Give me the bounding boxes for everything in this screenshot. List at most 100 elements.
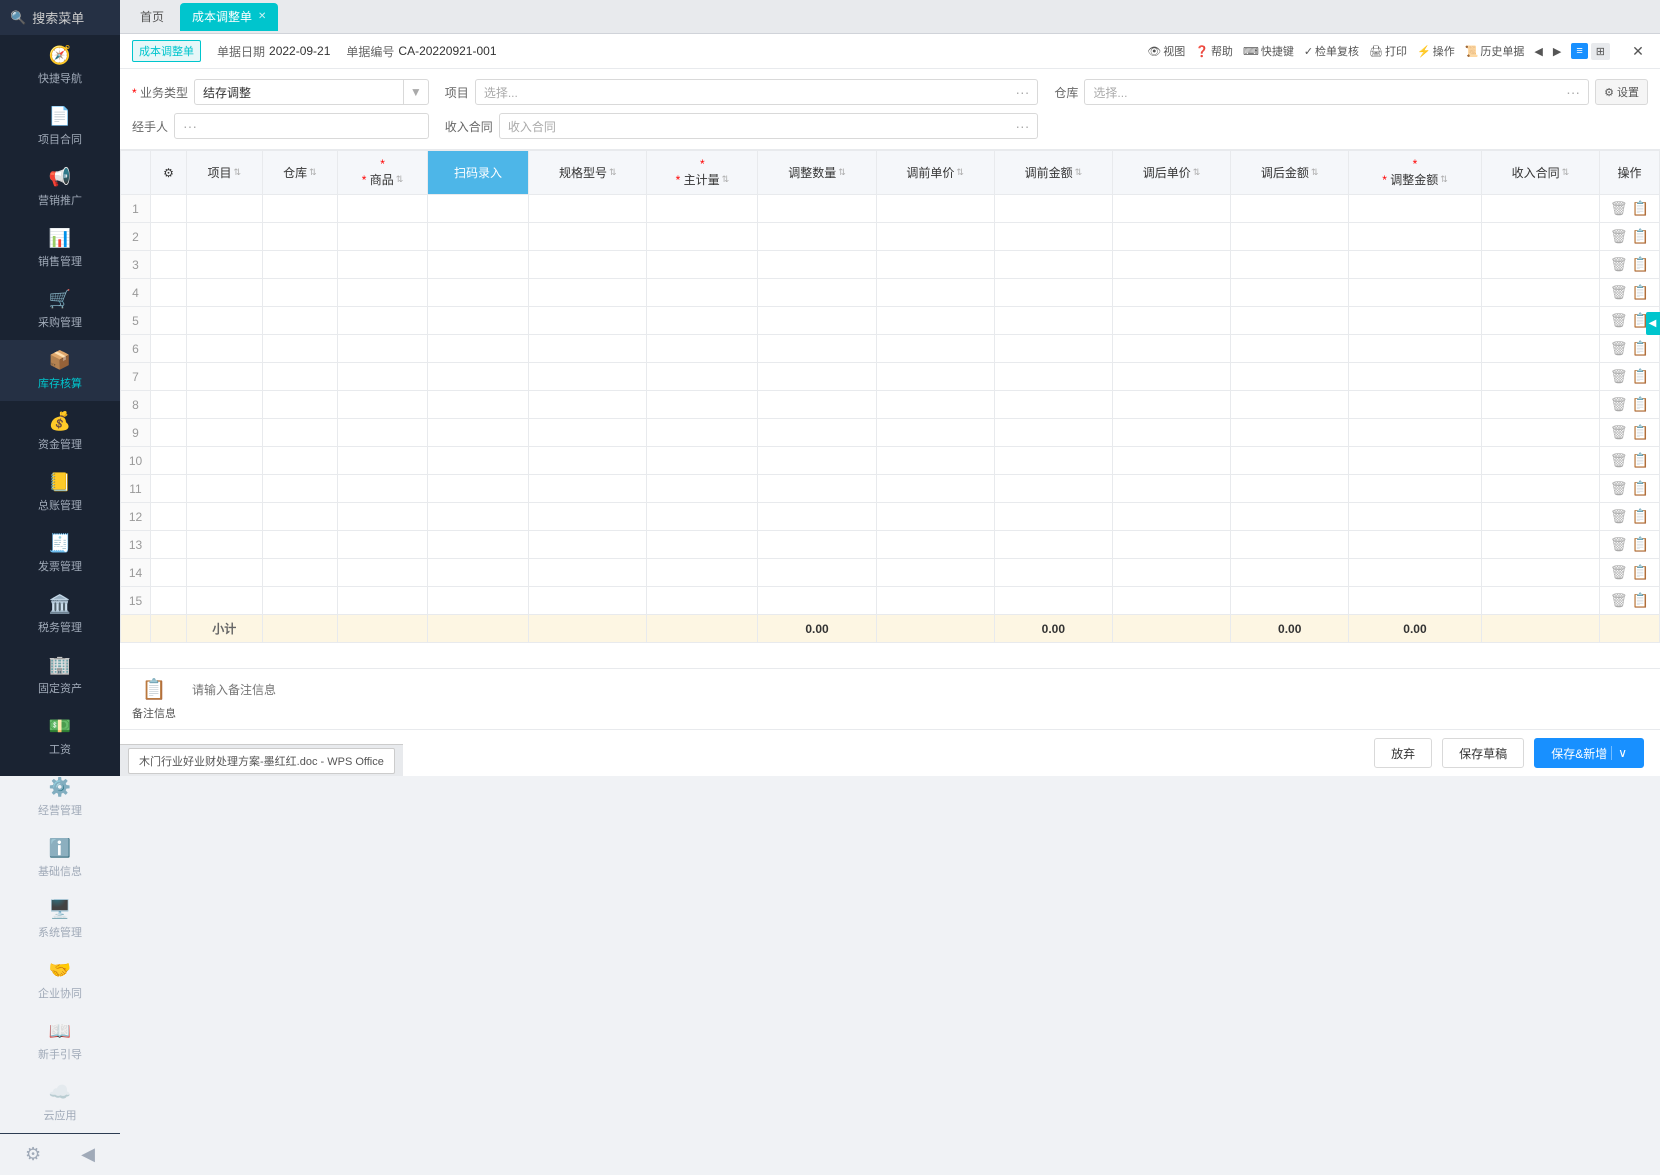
cell-after_unit_price-1[interactable] <box>1112 195 1230 223</box>
cell-unit-4[interactable] <box>647 279 758 307</box>
wps-taskbar-item[interactable]: 木门行业好业财处理方案-墨红红.doc - WPS Office <box>128 748 395 774</box>
cell-prev_unit_price-15[interactable] <box>876 587 994 615</box>
cell-warehouse-14[interactable] <box>262 559 338 587</box>
cell-income_contract-5[interactable] <box>1481 307 1599 335</box>
delete-icon-7[interactable]: 🗑 <box>1610 368 1628 385</box>
cell-adjust_amount-5[interactable] <box>1349 307 1481 335</box>
delete-icon-8[interactable]: 🗑 <box>1610 396 1628 413</box>
cell-product-6[interactable] <box>338 335 428 363</box>
cell-scan-14[interactable] <box>427 559 528 587</box>
cell-adjust_qty-4[interactable] <box>758 279 876 307</box>
cell-adjust_amount-2[interactable] <box>1349 223 1481 251</box>
cell-prev_amount-11[interactable] <box>994 475 1112 503</box>
cell-operations-15[interactable]: 🗑📋 <box>1600 587 1660 615</box>
cell-income_contract-11[interactable] <box>1481 475 1599 503</box>
action-history[interactable]: 📜 历史单据 <box>1465 43 1525 59</box>
cell-warehouse-7[interactable] <box>262 363 338 391</box>
cell-after_unit_price-13[interactable] <box>1112 531 1230 559</box>
cell-scan-11[interactable] <box>427 475 528 503</box>
sort-icon-unit[interactable]: ⇅ <box>722 174 730 185</box>
cell-operations-14[interactable]: 🗑📋 <box>1600 559 1660 587</box>
th-scan[interactable]: 扫码录入 <box>427 151 528 195</box>
sidebar-item-ledger[interactable]: 📒总账管理 <box>0 462 120 523</box>
sidebar-item-sales[interactable]: 📊销售管理 <box>0 218 120 279</box>
cell-prev_unit_price-7[interactable] <box>876 363 994 391</box>
sidebar-item-invoice[interactable]: 🧾发票管理 <box>0 523 120 584</box>
right-edge-tab[interactable]: ◀ <box>1646 312 1660 335</box>
cell-project-6[interactable] <box>187 335 263 363</box>
cell-scan-9[interactable] <box>427 419 528 447</box>
cell-project-13[interactable] <box>187 531 263 559</box>
cell-after_amount-12[interactable] <box>1231 503 1349 531</box>
action-help[interactable]: ❓ 帮助 <box>1195 43 1233 59</box>
cell-income_contract-10[interactable] <box>1481 447 1599 475</box>
sidebar-item-assets[interactable]: 🏢固定资产 <box>0 645 120 706</box>
cell-adjust_qty-7[interactable] <box>758 363 876 391</box>
cell-prev_unit_price-11[interactable] <box>876 475 994 503</box>
discard-button[interactable]: 放弃 <box>1374 738 1432 768</box>
cell-adjust_qty-9[interactable] <box>758 419 876 447</box>
cell-prev_amount-14[interactable] <box>994 559 1112 587</box>
sidebar-item-project-contract[interactable]: 📄项目合同 <box>0 96 120 157</box>
cell-spec-15[interactable] <box>529 587 647 615</box>
cell-income_contract-6[interactable] <box>1481 335 1599 363</box>
cell-product-8[interactable] <box>338 391 428 419</box>
sidebar-item-system[interactable]: 🖥️系统管理 <box>0 889 120 950</box>
cell-after_amount-14[interactable] <box>1231 559 1349 587</box>
delete-icon-4[interactable]: 🗑 <box>1610 284 1628 301</box>
cell-prev_unit_price-8[interactable] <box>876 391 994 419</box>
sort-icon-product[interactable]: ⇅ <box>396 174 404 185</box>
nav-next[interactable]: ▶ <box>1553 45 1561 58</box>
sort-icon-warehouse[interactable]: ⇅ <box>309 167 317 178</box>
cell-scan-7[interactable] <box>427 363 528 391</box>
cell-product-13[interactable] <box>338 531 428 559</box>
cell-after_amount-3[interactable] <box>1231 251 1349 279</box>
cell-adjust_qty-8[interactable] <box>758 391 876 419</box>
cell-adjust_amount-11[interactable] <box>1349 475 1481 503</box>
cell-prev_amount-13[interactable] <box>994 531 1112 559</box>
cell-adjust_amount-14[interactable] <box>1349 559 1481 587</box>
cell-prev_amount-4[interactable] <box>994 279 1112 307</box>
cell-after_unit_price-6[interactable] <box>1112 335 1230 363</box>
sidebar-item-marketing[interactable]: 📢营销推广 <box>0 157 120 218</box>
cell-prev_unit_price-2[interactable] <box>876 223 994 251</box>
cell-product-14[interactable] <box>338 559 428 587</box>
cell-scan-2[interactable] <box>427 223 528 251</box>
sidebar-item-base-info[interactable]: ℹ️基础信息 <box>0 828 120 889</box>
cell-warehouse-12[interactable] <box>262 503 338 531</box>
cell-spec-6[interactable] <box>529 335 647 363</box>
sort-icon-project[interactable]: ⇅ <box>234 167 242 178</box>
tab-home[interactable]: 首页 <box>128 3 176 31</box>
project-input[interactable]: 选择... ··· <box>475 79 1039 105</box>
delete-icon-15[interactable]: 🗑 <box>1610 592 1628 609</box>
cell-after_amount-4[interactable] <box>1231 279 1349 307</box>
delete-icon-6[interactable]: 🗑 <box>1610 340 1628 357</box>
cell-after_amount-6[interactable] <box>1231 335 1349 363</box>
cell-unit-1[interactable] <box>647 195 758 223</box>
copy-icon-12[interactable]: 📋 <box>1632 508 1649 525</box>
delete-icon-9[interactable]: 🗑 <box>1610 424 1628 441</box>
cell-prev_amount-9[interactable] <box>994 419 1112 447</box>
cell-scan-4[interactable] <box>427 279 528 307</box>
cell-adjust_qty-5[interactable] <box>758 307 876 335</box>
cell-product-4[interactable] <box>338 279 428 307</box>
cell-adjust_amount-3[interactable] <box>1349 251 1481 279</box>
remarks-input[interactable] <box>188 677 1648 717</box>
cell-prev_amount-1[interactable] <box>994 195 1112 223</box>
cell-project-12[interactable] <box>187 503 263 531</box>
cell-operations-11[interactable]: 🗑📋 <box>1600 475 1660 503</box>
cell-unit-9[interactable] <box>647 419 758 447</box>
cell-adjust_amount-1[interactable] <box>1349 195 1481 223</box>
cell-operations-1[interactable]: 🗑📋 <box>1600 195 1660 223</box>
cell-settings-7[interactable] <box>151 363 187 391</box>
cell-after_unit_price-4[interactable] <box>1112 279 1230 307</box>
cell-warehouse-11[interactable] <box>262 475 338 503</box>
cell-product-3[interactable] <box>338 251 428 279</box>
cell-after_unit_price-5[interactable] <box>1112 307 1230 335</box>
cell-spec-12[interactable] <box>529 503 647 531</box>
cell-project-3[interactable] <box>187 251 263 279</box>
cell-scan-8[interactable] <box>427 391 528 419</box>
action-print[interactable]: 🖨 打印 <box>1369 43 1407 59</box>
cell-warehouse-4[interactable] <box>262 279 338 307</box>
copy-icon-4[interactable]: 📋 <box>1632 284 1649 301</box>
